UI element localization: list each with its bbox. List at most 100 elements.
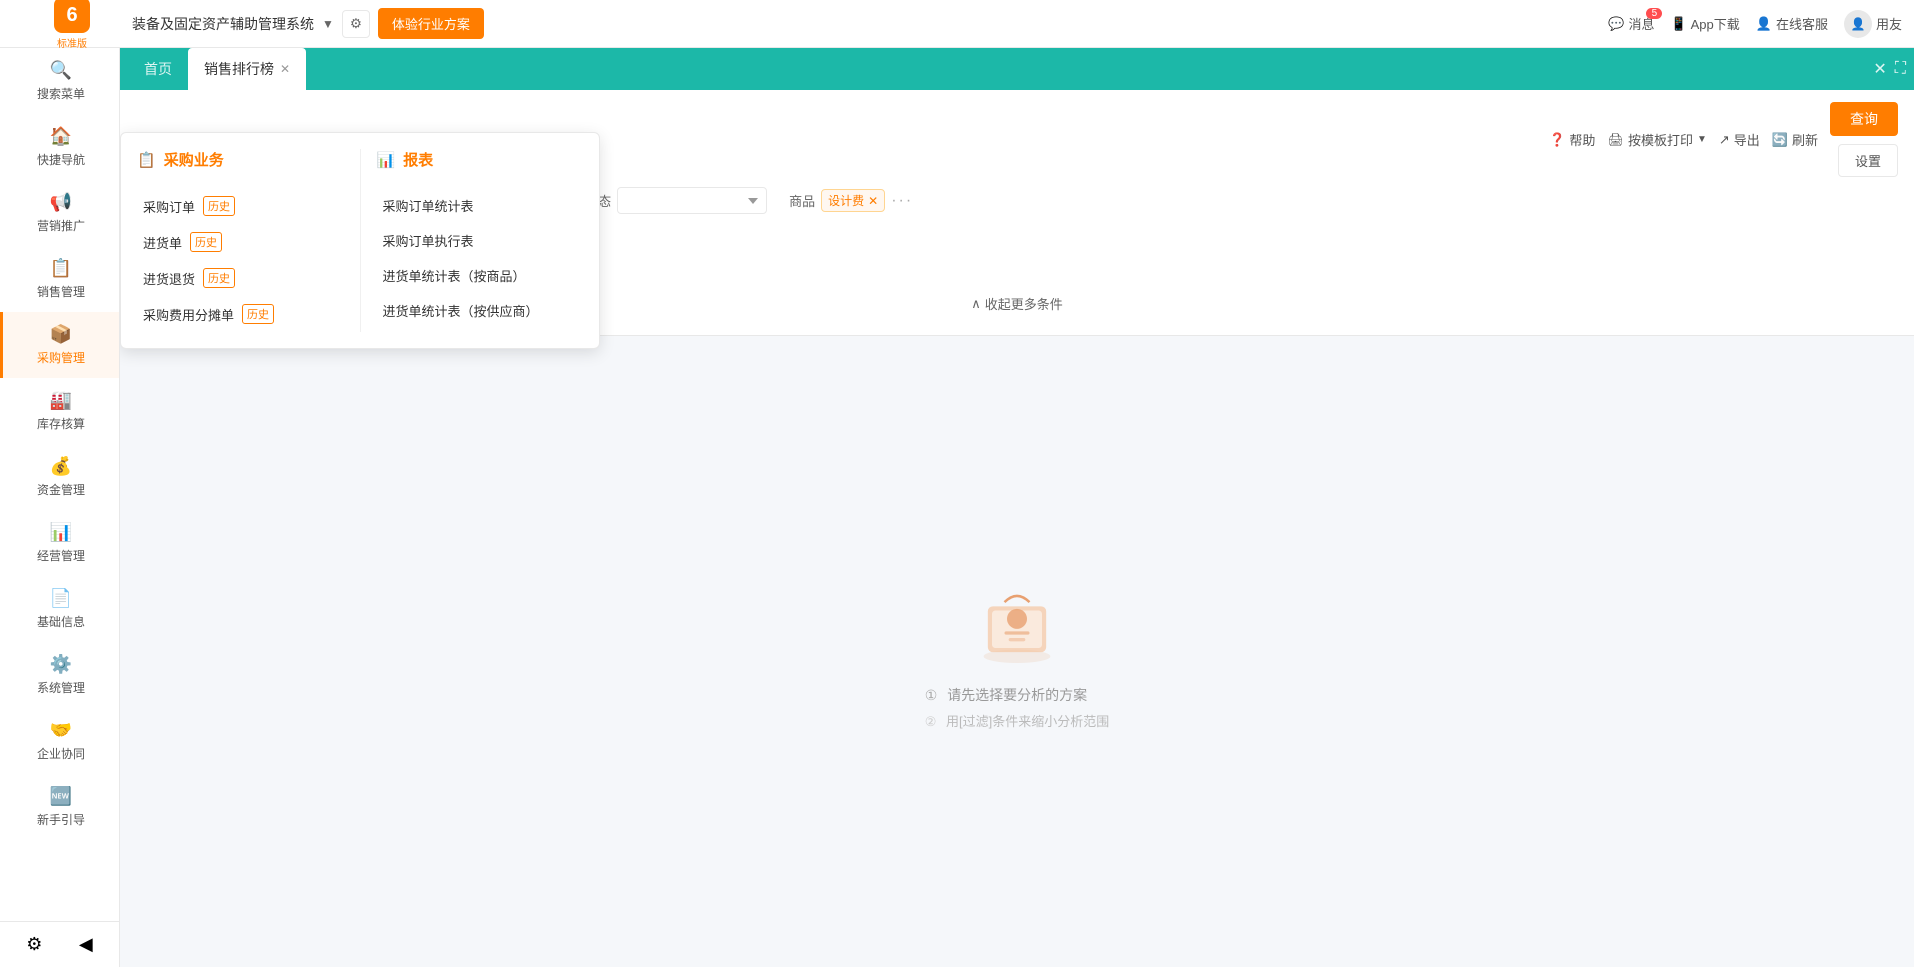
tab-sales-rank[interactable]: 销售排行榜 ✕ <box>188 48 306 90</box>
query-button[interactable]: 查询 <box>1830 102 1898 136</box>
capital-icon: 💰 <box>50 456 72 477</box>
sidebar-item-base[interactable]: 📄 基础信息 <box>0 576 119 642</box>
sidebar-item-capital[interactable]: 💰 资金管理 <box>0 444 119 510</box>
system-dropdown-btn[interactable]: ▼ <box>322 17 334 31</box>
goods-label: 商品 <box>789 191 815 210</box>
service-label: 在线客服 <box>1776 14 1828 33</box>
content-area: 首页 销售排行榜 ✕ ✕ ⛶ ❓ 帮助 🖨 <box>120 48 1914 967</box>
gear-button[interactable]: ⚙ <box>342 10 370 38</box>
menu-item-label-purchase-order-stat: 采购订单统计表 <box>383 196 474 215</box>
tab-close-icon[interactable]: ✕ <box>280 62 290 76</box>
menu-item-purchase-order-stat[interactable]: 采购订单统计表 <box>377 188 584 223</box>
sidebar-item-inventory[interactable]: 🏭 库存核算 <box>0 378 119 444</box>
user-item[interactable]: 👤 用友 <box>1844 10 1902 38</box>
status-select[interactable] <box>617 187 767 214</box>
tab-home-label: 首页 <box>144 59 172 79</box>
sidebar-item-sales[interactable]: 📋 销售管理 <box>0 246 119 312</box>
corp-icon: 🤝 <box>50 720 72 741</box>
goods-more-btn[interactable]: ··· <box>891 192 913 210</box>
sidebar-label-inventory: 库存核算 <box>37 415 85 432</box>
menu-item-inbound-stat-supplier[interactable]: 进货单统计表（按供应商） <box>377 293 584 328</box>
print-dropdown-icon: ▼ <box>1697 134 1707 145</box>
help-label: 帮助 <box>1569 130 1595 149</box>
sidebar-item-operation[interactable]: 📊 经营管理 <box>0 510 119 576</box>
marketing-icon: 📢 <box>50 192 72 213</box>
goods-field: 商品 设计费 ✕ ··· <box>789 189 913 212</box>
tab-expand-icon[interactable]: ⛶ <box>1895 60 1906 78</box>
operation-icon: 📊 <box>50 522 72 543</box>
service-item[interactable]: 👤 在线客服 <box>1756 14 1828 33</box>
menu-divider <box>360 149 361 332</box>
base-icon: 📄 <box>50 588 72 609</box>
sidebar-label-corp: 企业协同 <box>37 745 85 762</box>
tab-home[interactable]: 首页 <box>128 48 188 90</box>
guide-icon: 🆕 <box>50 786 72 807</box>
industry-btn[interactable]: 体验行业方案 <box>378 8 484 39</box>
print-action[interactable]: 🖨 按模板打印 ▼ <box>1607 130 1706 149</box>
sidebar-item-guide[interactable]: 🆕 新手引导 <box>0 774 119 840</box>
sidebar-item-corp[interactable]: 🤝 企业协同 <box>0 708 119 774</box>
empty-illustration <box>967 573 1067 673</box>
purchase-section: 📋 采购业务 采购订单 历史 进货单 历史 进货退货 <box>137 149 344 332</box>
tab-close-all-icon[interactable]: ✕ <box>1873 59 1886 79</box>
report-section-icon: 📊 <box>377 151 396 169</box>
sidebar-item-purchase[interactable]: 📦 采购管理 <box>0 312 119 378</box>
sidebar-label-search: 搜索菜单 <box>37 85 85 102</box>
header-right: 💬 消息 5 📱 App下载 👤 在线客服 👤 用友 <box>1608 10 1902 38</box>
user-label: 用友 <box>1876 14 1902 33</box>
settings-bottom-icon[interactable]: ⚙ <box>26 934 42 955</box>
system-title: 装备及固定资产辅助管理系统 <box>132 14 314 34</box>
menu-item-inbound-stat-goods[interactable]: 进货单统计表（按商品） <box>377 258 584 293</box>
refresh-label: 刷新 <box>1792 130 1818 149</box>
menu-item-inbound[interactable]: 进货单 历史 <box>137 224 344 260</box>
app-download-item[interactable]: 📱 App下载 <box>1670 14 1739 33</box>
history-badge-2[interactable]: 历史 <box>203 268 235 288</box>
logo-icon: 6 <box>54 0 90 33</box>
sidebar-label-capital: 资金管理 <box>37 481 85 498</box>
menu-item-label-expense: 采购费用分摊单 <box>143 305 234 324</box>
sidebar-item-marketing[interactable]: 📢 营销推广 <box>0 180 119 246</box>
page-content: ❓ 帮助 🖨 按模板打印 ▼ ↗ 导出 🔄 刷新 <box>120 90 1914 967</box>
message-icon: 💬 <box>1608 16 1624 32</box>
sidebar: 🔍 搜索菜单 🏠 快捷导航 📢 营销推广 📋 销售管理 📦 采购管理 🏭 库存核… <box>0 48 120 967</box>
logo-area: 6 标准版 <box>12 0 132 50</box>
help-icon: ❓ <box>1549 132 1565 148</box>
refresh-icon: 🔄 <box>1772 132 1788 148</box>
help-action[interactable]: ❓ 帮助 <box>1549 130 1595 149</box>
collapse-up-icon: ∧ <box>971 296 981 312</box>
system-icon: ⚙️ <box>50 654 72 675</box>
empty-text-2: ② 用[过滤]条件来缩小分析范围 <box>925 711 1110 730</box>
menu-item-label-purchase-order-exec: 采购订单执行表 <box>383 231 474 250</box>
export-label: 导出 <box>1734 130 1760 149</box>
sales-icon: 📋 <box>50 258 72 279</box>
sidebar-item-nav[interactable]: 🏠 快捷导航 <box>0 114 119 180</box>
sidebar-item-system[interactable]: ⚙️ 系统管理 <box>0 642 119 708</box>
goods-tag-close[interactable]: ✕ <box>868 194 878 208</box>
avatar: 👤 <box>1844 10 1872 38</box>
tab-sales-rank-label: 销售排行榜 <box>204 59 274 79</box>
sidebar-label-nav: 快捷导航 <box>37 151 85 168</box>
export-action[interactable]: ↗ 导出 <box>1719 130 1760 149</box>
export-icon: ↗ <box>1719 132 1730 148</box>
menu-item-return[interactable]: 进货退货 历史 <box>137 260 344 296</box>
app-label: App下载 <box>1691 14 1740 33</box>
print-icon: 🖨 <box>1607 132 1624 148</box>
setting-button[interactable]: 设置 <box>1838 144 1898 177</box>
menu-item-purchase-order[interactable]: 采购订单 历史 <box>137 188 344 224</box>
main-layout: 🔍 搜索菜单 🏠 快捷导航 📢 营销推广 📋 销售管理 📦 采购管理 🏭 库存核… <box>0 48 1914 967</box>
top-header: 6 标准版 装备及固定资产辅助管理系统 ▼ ⚙ 体验行业方案 💬 消息 5 📱 … <box>0 0 1914 48</box>
header-center: 装备及固定资产辅助管理系统 ▼ ⚙ 体验行业方案 <box>132 8 1608 39</box>
history-badge-3[interactable]: 历史 <box>242 304 274 324</box>
messages-item[interactable]: 💬 消息 5 <box>1608 14 1654 33</box>
purchase-section-title: 📋 采购业务 <box>137 149 344 176</box>
history-badge-1[interactable]: 历史 <box>190 232 222 252</box>
history-badge-0[interactable]: 历史 <box>203 196 235 216</box>
menu-item-expense[interactable]: 采购费用分摊单 历史 <box>137 296 344 332</box>
sidebar-label-marketing: 营销推广 <box>37 217 85 234</box>
collapse-sidebar-icon[interactable]: ◀ <box>79 934 93 955</box>
menu-item-purchase-order-exec[interactable]: 采购订单执行表 <box>377 223 584 258</box>
collapse-label: 收起更多条件 <box>985 294 1063 313</box>
refresh-action[interactable]: 🔄 刷新 <box>1772 130 1818 149</box>
sidebar-item-search[interactable]: 🔍 搜索菜单 <box>0 48 119 114</box>
menu-item-label-return: 进货退货 <box>143 269 195 288</box>
